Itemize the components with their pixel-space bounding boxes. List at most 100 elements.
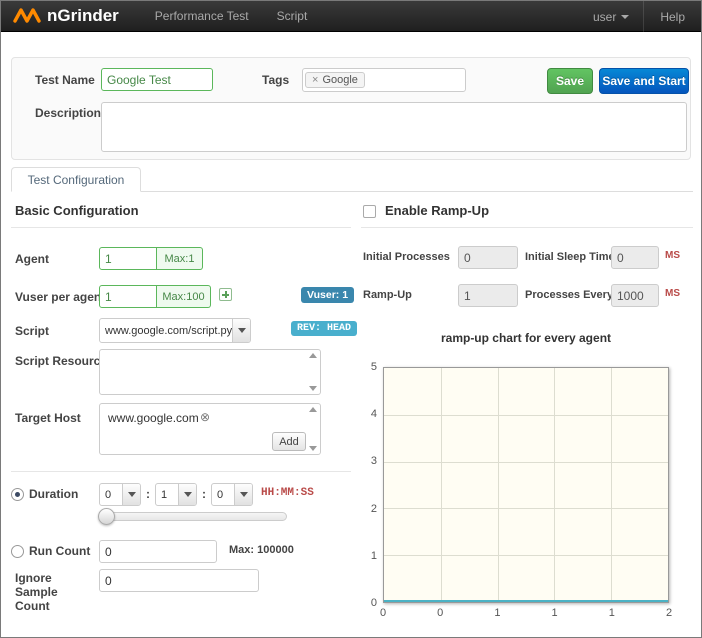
description-textarea[interactable] (101, 102, 687, 152)
enable-ramp-up-checkbox[interactable] (363, 205, 376, 218)
add-host-button[interactable]: Add (272, 432, 306, 451)
help-link[interactable]: Help (643, 1, 701, 32)
x-tick-label: 1 (608, 607, 615, 619)
run-count-radio[interactable] (11, 545, 24, 558)
ignore-sample-count-label: Ignore Sample Count (15, 571, 58, 613)
description-label: Description (35, 106, 102, 120)
scroll-up-icon[interactable] (309, 353, 317, 358)
tag-chip: × Google (305, 72, 365, 88)
chevron-down-icon (621, 14, 630, 19)
duration-radio[interactable] (11, 488, 24, 501)
duration-divider (11, 471, 351, 472)
navbar: nGrinder Performance Test Script user He… (1, 1, 701, 32)
agent-label: Agent (15, 252, 49, 266)
scroll-down-icon[interactable] (309, 386, 317, 391)
ramp-up-chart-title: ramp-up chart for every agent (440, 331, 612, 345)
duration-format-hint: HH:MM:SS (261, 487, 314, 499)
save-and-start-button[interactable]: Save and Start (599, 68, 689, 94)
processes-every-ms-unit: MS (665, 288, 680, 299)
nav-item-script[interactable]: Script (277, 9, 308, 23)
gridline-vertical (611, 368, 613, 602)
y-tick-label: 1 (370, 549, 377, 562)
x-tick-label: 0 (379, 607, 387, 619)
x-tick-label: 1 (494, 607, 501, 619)
initial-sleep-ms-unit: MS (665, 250, 680, 261)
ignore-sample-count-input[interactable] (99, 569, 259, 592)
ramp-chart-xaxis: 0 0 1 1 1 2 (379, 607, 672, 623)
run-count-label: Run Count (29, 544, 91, 558)
chevron-down-icon (239, 492, 248, 497)
duration-hour-select[interactable]: 0 (99, 483, 141, 506)
nav-right: user Help (579, 1, 701, 32)
duration-second-select[interactable]: 0 (211, 483, 253, 506)
chevron-down-icon (183, 492, 192, 497)
remove-host-icon[interactable]: ⊗ (200, 410, 210, 424)
duration-separator: : (202, 487, 206, 501)
user-menu[interactable]: user (579, 10, 643, 24)
vuser-max-addon: Max:100 (157, 285, 211, 308)
enable-ramp-up-label: Enable Ramp-Up (385, 203, 490, 218)
vuser-count-badge: Vuser: 1 (301, 287, 355, 303)
tags-label: Tags (262, 73, 290, 87)
processes-every-input[interactable] (611, 284, 659, 307)
script-select-value: www.google.com/script.py (105, 324, 232, 337)
y-tick-label: 0 (370, 597, 377, 609)
ngrinder-window: nGrinder Performance Test Script user He… (0, 0, 702, 638)
scroll-down-icon[interactable] (309, 446, 317, 451)
ramp-up-input[interactable] (458, 284, 518, 307)
save-button[interactable]: Save (547, 68, 593, 94)
tag-label: Google (322, 74, 358, 86)
ramp-up-label: Ramp-Up (363, 289, 412, 301)
ngrinder-logo-icon (13, 8, 41, 23)
initial-processes-input[interactable] (458, 246, 518, 269)
duration-second-value: 0 (217, 488, 224, 501)
agent-max-addon: Max:1 (157, 247, 203, 270)
gridline-horizontal (384, 414, 668, 416)
gridline-horizontal (384, 461, 668, 463)
brand-link[interactable]: nGrinder (13, 6, 119, 26)
scroll-up-icon[interactable] (309, 407, 317, 412)
target-host-scrollbar (308, 407, 318, 451)
y-tick-label: 2 (370, 502, 377, 515)
nav-item-performance-test[interactable]: Performance Test (155, 9, 249, 23)
test-name-label: Test Name (35, 73, 95, 87)
duration-minute-value: 1 (161, 488, 168, 501)
test-header-panel: Test Name Tags × Google Save Save and St… (11, 57, 691, 160)
duration-slider-handle[interactable] (98, 508, 115, 525)
duration-minute-select[interactable]: 1 (155, 483, 197, 506)
vuser-detail-plus-icon[interactable] (219, 288, 232, 301)
ramp-chart-plot (383, 367, 669, 603)
initial-processes-label: Initial Processes (363, 251, 450, 263)
duration-slider-track[interactable] (101, 512, 287, 521)
duration-hour-value: 0 (105, 488, 112, 501)
test-name-input[interactable] (101, 68, 213, 91)
script-resources-box[interactable] (99, 349, 321, 395)
target-host-label: Target Host (15, 411, 81, 425)
basic-divider (11, 227, 351, 228)
duration-hour-arrow (122, 484, 140, 505)
gridline-horizontal (384, 508, 668, 510)
duration-minute-arrow (178, 484, 196, 505)
target-host-value: www.google.com (108, 411, 199, 425)
gridline-horizontal (384, 555, 668, 557)
script-resources-scrollbar (308, 353, 318, 391)
target-host-box[interactable]: www.google.com ⊗ Add (99, 403, 321, 455)
duration-label: Duration (29, 487, 79, 501)
y-tick-label: 5 (370, 361, 377, 373)
gridline-vertical (497, 368, 499, 602)
initial-sleep-time-input[interactable] (611, 246, 659, 269)
duration-second-arrow (234, 484, 252, 505)
tab-test-configuration[interactable]: Test Configuration (11, 167, 141, 192)
script-revision-badge: REV: HEAD (291, 321, 358, 336)
basic-configuration-title: Basic Configuration (15, 203, 139, 218)
tags-input[interactable]: × Google (302, 68, 466, 92)
script-select[interactable]: www.google.com/script.py (99, 318, 251, 343)
gridline-vertical (554, 368, 556, 602)
run-count-input[interactable] (99, 540, 217, 563)
remove-tag-icon[interactable]: × (312, 74, 318, 86)
brand-text: nGrinder (47, 6, 119, 25)
vuser-input[interactable] (99, 285, 157, 308)
gridline-vertical (440, 368, 442, 602)
agent-input[interactable] (99, 247, 157, 270)
vuser-per-agent-label: Vuser per agent (15, 290, 106, 304)
